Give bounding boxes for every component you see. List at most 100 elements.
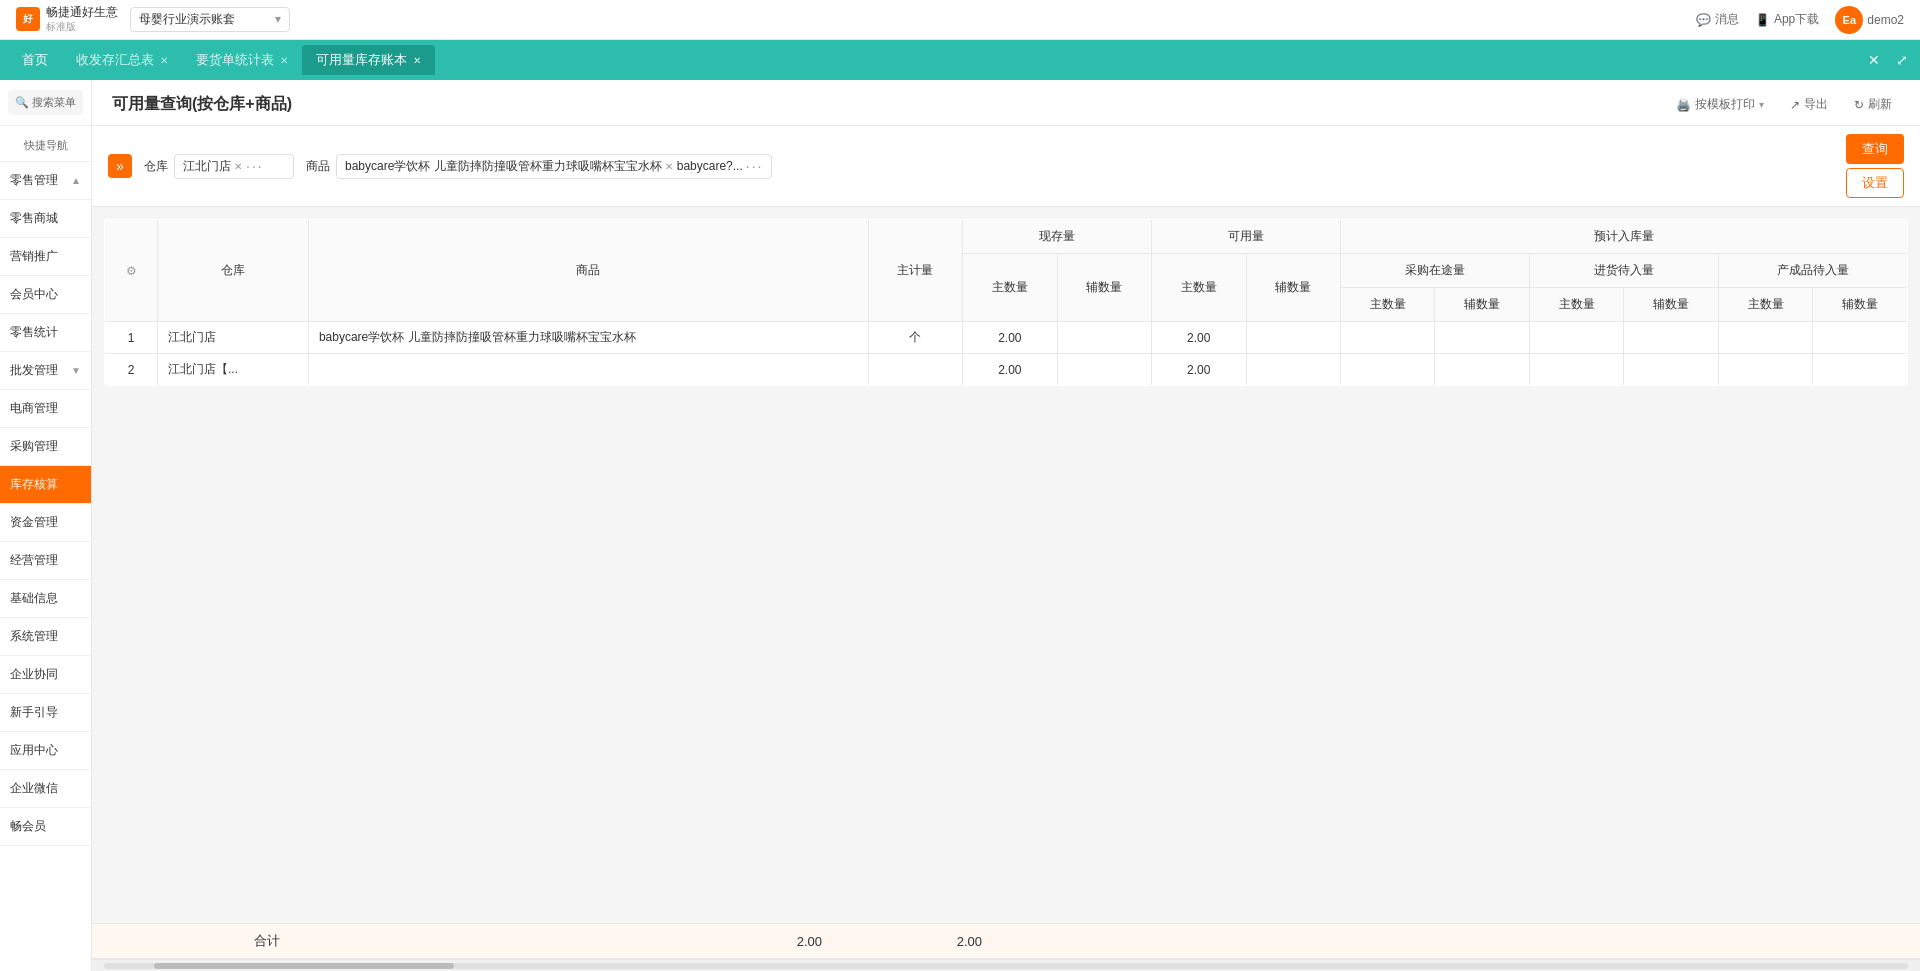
warehouse-tag: 江北门店 ✕ bbox=[183, 158, 242, 175]
filter-expand-button[interactable]: » bbox=[108, 154, 132, 178]
setting-button[interactable]: 设置 bbox=[1846, 168, 1904, 198]
warehouse-filter-label: 仓库 bbox=[144, 158, 168, 175]
sidebar-item-marketing[interactable]: 营销推广 bbox=[0, 238, 91, 275]
sidebar-item-new-guide[interactable]: 新手引导 bbox=[0, 694, 91, 731]
footer-label: 合计 bbox=[254, 932, 280, 950]
tab-available-inventory[interactable]: 可用量库存账本 ✕ bbox=[302, 45, 435, 75]
avatar: Ea bbox=[1835, 6, 1863, 34]
product-tag-close-icon-1[interactable]: ✕ bbox=[665, 161, 673, 172]
tab-order-stats[interactable]: 要货单统计表 ✕ bbox=[182, 45, 302, 75]
sidebar-item-member-center[interactable]: 会员中心 bbox=[0, 276, 91, 313]
search-menu-button[interactable]: 🔍 搜索菜单 bbox=[8, 90, 83, 115]
footer-available-main: 2.00 bbox=[929, 934, 1009, 949]
query-button[interactable]: 查询 bbox=[1846, 134, 1904, 164]
filter-more-icon[interactable]: ··· bbox=[246, 158, 264, 174]
cell-purchase-main bbox=[1341, 354, 1435, 386]
close-window-icon[interactable]: ✕ bbox=[1864, 48, 1884, 72]
cell-incoming-main bbox=[1529, 354, 1623, 386]
warehouse-tag-close-icon[interactable]: ✕ bbox=[234, 161, 242, 172]
sidebar-item-app-center[interactable]: 应用中心 bbox=[0, 732, 91, 769]
brand: 好 畅捷通好生意 标准版 bbox=[16, 5, 118, 33]
quick-nav-section: 快捷导航 bbox=[0, 126, 91, 162]
cell-stock-main: 2.00 bbox=[963, 354, 1057, 386]
settings-icon[interactable]: ⚙ bbox=[126, 264, 137, 278]
template-select[interactable]: 母婴行业演示账套 ▾ bbox=[130, 7, 290, 32]
col-avail-aux-header: 辅数量 bbox=[1246, 254, 1340, 322]
sidebar-item-basic-info[interactable]: 基础信息 bbox=[0, 580, 91, 617]
col-production-main-header: 主数量 bbox=[1718, 288, 1812, 322]
sidebar-item-retail-mall[interactable]: 零售商城 bbox=[0, 200, 91, 237]
brand-name: 畅捷通好生意 bbox=[46, 5, 118, 19]
tab-collection-summary[interactable]: 收发存汇总表 ✕ bbox=[62, 45, 182, 75]
product-filter-input[interactable]: babycare学饮杯 儿童防摔防撞吸管杯重力球吸嘴杯宝宝水杯 ✕ babyca… bbox=[336, 154, 772, 179]
col-stock-header: 现存量 bbox=[963, 220, 1152, 254]
cell-production-main bbox=[1718, 354, 1812, 386]
cell-product: babycare学饮杯 儿童防摔防撞吸管杯重力球吸嘴杯宝宝水杯 bbox=[308, 322, 868, 354]
sidebar-inventory-check: 库存核算 bbox=[0, 466, 91, 504]
expand-icon[interactable]: ⤢ bbox=[1892, 48, 1912, 72]
sidebar-item-ecommerce-mgmt[interactable]: 电商管理 bbox=[0, 390, 91, 427]
horizontal-scrollbar[interactable] bbox=[92, 959, 1920, 971]
cell-mainunit: 个 bbox=[868, 322, 962, 354]
cell-production-aux bbox=[1813, 354, 1908, 386]
user-profile[interactable]: Ea demo2 bbox=[1835, 6, 1904, 34]
tab-close-icon[interactable]: ✕ bbox=[160, 55, 168, 66]
sidebar-item-wholesale-mgmt[interactable]: 批发管理 ▼ bbox=[0, 352, 91, 389]
nav-tabs: 首页 收发存汇总表 ✕ 要货单统计表 ✕ 可用量库存账本 ✕ ✕ ⤢ bbox=[0, 40, 1920, 80]
chevron-icon: ▲ bbox=[71, 175, 81, 186]
sidebar-member-center: 会员中心 bbox=[0, 276, 91, 314]
warehouse-filter-input[interactable]: 江北门店 ✕ ··· bbox=[174, 154, 294, 179]
sidebar-operations-mgmt: 经营管理 bbox=[0, 542, 91, 580]
sidebar-item-retail-mgmt[interactable]: 零售管理 ▲ bbox=[0, 162, 91, 199]
col-purchase-main-header: 主数量 bbox=[1341, 288, 1435, 322]
sidebar-item-enterprise-collab[interactable]: 企业协同 bbox=[0, 656, 91, 693]
export-button[interactable]: ↗ 导出 bbox=[1782, 92, 1836, 117]
app-download-action[interactable]: 📱 App下载 bbox=[1755, 11, 1819, 28]
product-more-icon[interactable]: ··· bbox=[746, 158, 764, 174]
sidebar-item-operations-mgmt[interactable]: 经营管理 bbox=[0, 542, 91, 579]
sidebar-item-enterprise-wechat[interactable]: 企业微信 bbox=[0, 770, 91, 807]
sidebar-item-retail-stats[interactable]: 零售统计 bbox=[0, 314, 91, 351]
table-row: 1 江北门店 babycare学饮杯 儿童防摔防撞吸管杯重力球吸嘴杯宝宝水杯 个… bbox=[105, 322, 1908, 354]
col-purchase-aux-header: 辅数量 bbox=[1435, 288, 1529, 322]
sidebar-item-purchase-mgmt[interactable]: 采购管理 bbox=[0, 428, 91, 465]
scrollbar-thumb[interactable] bbox=[154, 963, 454, 969]
message-icon: 💬 bbox=[1696, 13, 1711, 27]
col-mainunit-header: 主计量 bbox=[868, 220, 962, 322]
sidebar-item-finance-mgmt[interactable]: 资金管理 bbox=[0, 504, 91, 541]
brand-tag: 标准版 bbox=[46, 20, 118, 34]
col-settings[interactable]: ⚙ bbox=[105, 220, 158, 322]
tab-home[interactable]: 首页 bbox=[8, 45, 62, 75]
col-incoming-header: 进货待入量 bbox=[1529, 254, 1718, 288]
sidebar-search-section: 🔍 搜索菜单 bbox=[0, 80, 91, 126]
page-header: 可用量查询(按仓库+商品) 🖨️ 按模板打印 ▾ ↗ 导出 ↻ 刷新 bbox=[92, 80, 1920, 126]
col-available-header: 可用量 bbox=[1152, 220, 1341, 254]
sidebar-item-inventory-check[interactable]: 库存核算 bbox=[0, 466, 91, 503]
scrollbar-track bbox=[104, 963, 1908, 969]
warehouse-filter-group: 仓库 江北门店 ✕ ··· bbox=[144, 154, 294, 179]
cell-purchase-aux bbox=[1435, 322, 1529, 354]
cell-warehouse: 江北门店 bbox=[158, 322, 309, 354]
page-title: 可用量查询(按仓库+商品) bbox=[112, 94, 292, 115]
cell-production-aux bbox=[1813, 322, 1908, 354]
sidebar-item-member-plus[interactable]: 畅会员 bbox=[0, 808, 91, 845]
cell-incoming-aux bbox=[1624, 322, 1718, 354]
app-icon: 📱 bbox=[1755, 13, 1770, 27]
sidebar-item-system-mgmt[interactable]: 系统管理 bbox=[0, 618, 91, 655]
refresh-button[interactable]: ↻ 刷新 bbox=[1846, 92, 1900, 117]
chevron-down-icon: ▾ bbox=[1759, 99, 1764, 110]
table-footer: 合计 2.00 2.00 bbox=[92, 923, 1920, 959]
top-bar-right: 💬 消息 📱 App下载 Ea demo2 bbox=[1696, 6, 1904, 34]
cell-purchase-main bbox=[1341, 322, 1435, 354]
product-tag-1: babycare学饮杯 儿童防摔防撞吸管杯重力球吸嘴杯宝宝水杯 ✕ bbox=[345, 158, 673, 175]
sidebar-retail-mgmt: 零售管理 ▲ bbox=[0, 162, 91, 200]
quick-nav-link[interactable]: 快捷导航 bbox=[8, 134, 83, 157]
sidebar-wholesale-mgmt: 批发管理 ▼ bbox=[0, 352, 91, 390]
sidebar-system-mgmt: 系统管理 bbox=[0, 618, 91, 656]
inventory-table: ⚙ 仓库 商品 主计量 现存量 可用量 预计入库量 主数量 辅数量 主数量 辅数… bbox=[104, 219, 1908, 386]
cell-available-main: 2.00 bbox=[1152, 354, 1246, 386]
template-print-button[interactable]: 🖨️ 按模板打印 ▾ bbox=[1668, 92, 1772, 117]
message-action[interactable]: 💬 消息 bbox=[1696, 11, 1739, 28]
tab-close-icon[interactable]: ✕ bbox=[413, 55, 421, 66]
tab-close-icon[interactable]: ✕ bbox=[280, 55, 288, 66]
